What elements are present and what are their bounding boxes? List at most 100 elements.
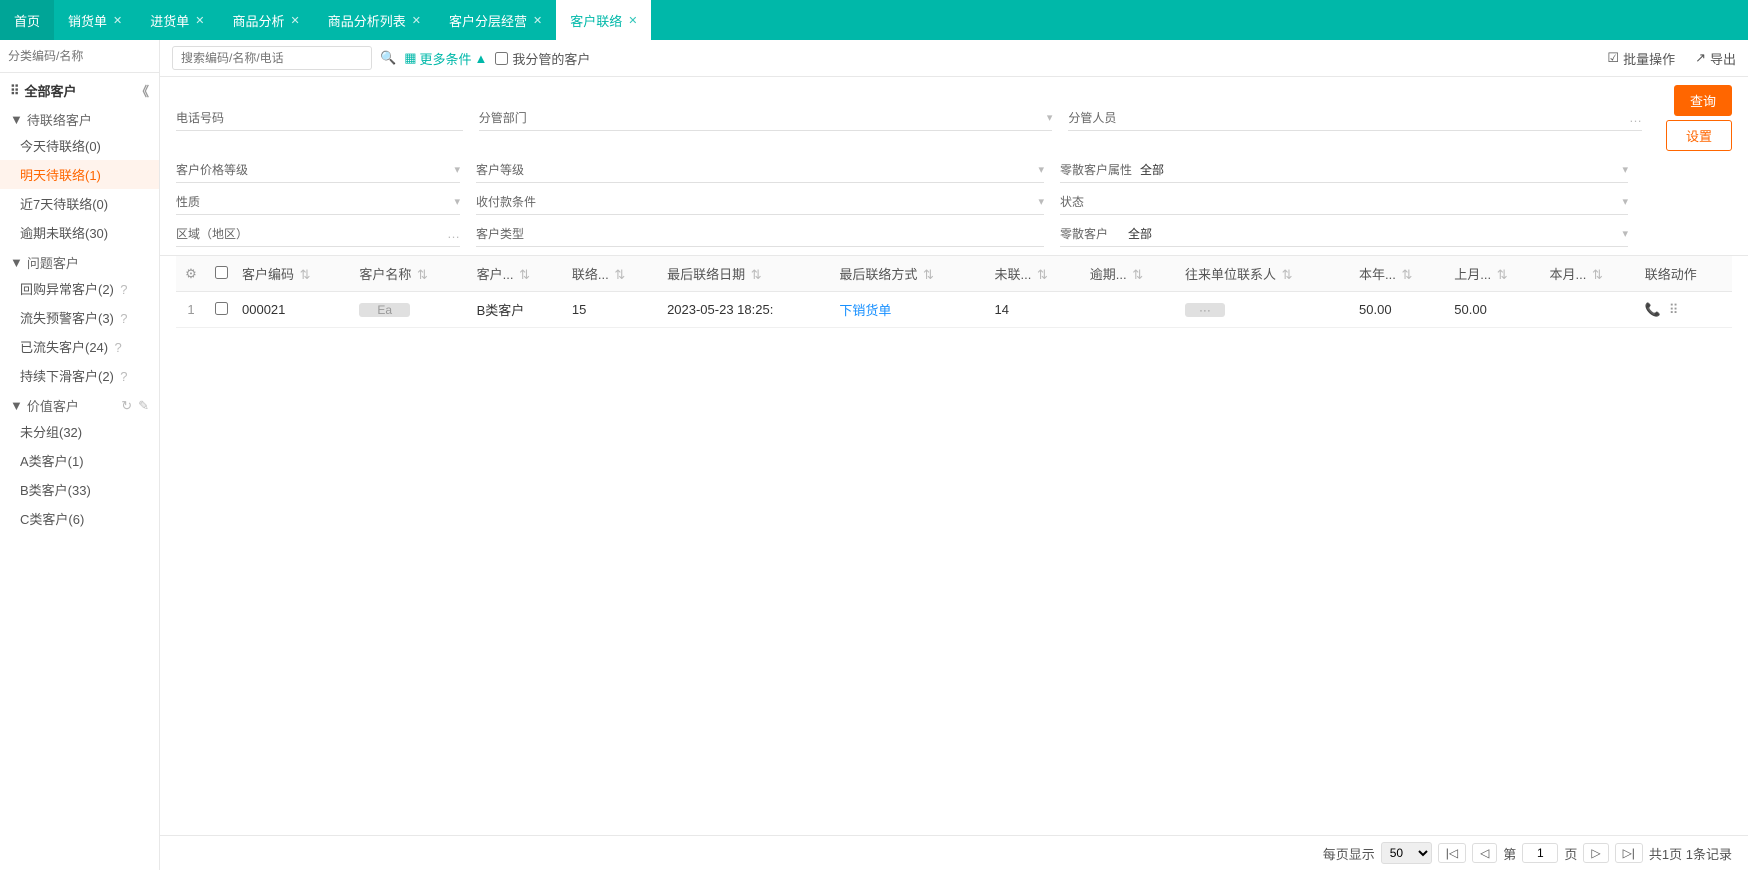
info-icon: ? (120, 282, 127, 297)
sidebar-item-class-c[interactable]: C类客户(6) (0, 504, 159, 533)
batch-ops-btn[interactable]: ☑ 批量操作 (1607, 49, 1675, 68)
nav-item-customer-layering[interactable]: 客户分层经营 ✕ (435, 0, 556, 40)
sidebar-group-value[interactable]: ▼ 价值客户 ↻ ✎ (0, 390, 159, 417)
sort-icon[interactable]: ⇅ (923, 267, 934, 282)
col-code: 客户编码 ⇅ (236, 256, 353, 292)
adv-filter-row-1: 电话号码 分管部门 ▾ 分管人员 … 查询 设置 (176, 85, 1732, 151)
nav-item-home[interactable]: 首页 (0, 0, 54, 40)
chevron-down-icon[interactable]: ▾ (1622, 227, 1628, 240)
page-input[interactable] (1522, 843, 1558, 863)
collapse-icon[interactable]: 《 (136, 81, 149, 100)
nav-item-sales[interactable]: 销货单 ✕ (54, 0, 136, 40)
select-all-checkbox[interactable] (215, 266, 228, 279)
close-icon[interactable]: ✕ (195, 14, 204, 27)
col-contacts-person: 往来单位联系人 ⇅ (1179, 256, 1353, 292)
col-checkbox (206, 256, 236, 292)
settings-icon[interactable]: ⚙ (185, 266, 197, 281)
sort-icon[interactable]: ⇅ (751, 267, 762, 282)
sort-icon[interactable]: ⇅ (1037, 267, 1048, 282)
sidebar-all-customers[interactable]: ⠿ 全部客户 《 (0, 73, 159, 104)
phone-icon[interactable]: 📞 (1645, 302, 1661, 318)
chevron-down-icon[interactable]: ▾ (1038, 163, 1044, 176)
nav-item-purchase[interactable]: 进货单 ✕ (136, 0, 218, 40)
sidebar-search-input[interactable] (8, 49, 160, 63)
sidebar-item-today[interactable]: 今天待联络(0) (0, 131, 159, 160)
sidebar-item-7days[interactable]: 近7天待联络(0) (0, 189, 159, 218)
row-contacts: 15 (566, 292, 661, 328)
person-input[interactable] (1136, 111, 1625, 125)
sidebar-item-class-a[interactable]: A类客户(1) (0, 446, 159, 475)
sidebar-item-overdue[interactable]: 逾期未联络(30) (0, 218, 159, 247)
adv-filter-region: 区域（地区） … (176, 221, 460, 247)
my-customers-checkbox[interactable]: 我分管的客户 (495, 49, 590, 68)
close-icon[interactable]: ✕ (628, 14, 637, 27)
sort-icon[interactable]: ⇅ (1592, 267, 1603, 282)
chevron-down-icon[interactable]: ▾ (454, 195, 460, 208)
chevron-down-icon[interactable]: ▾ (454, 163, 460, 176)
sort-icon[interactable]: ⇅ (1132, 267, 1143, 282)
sidebar: 🔍 ⠿ 全部客户 《 ▼ 待联络客户 今天待联络(0) 明天待联络(1) 近7天… (0, 40, 160, 870)
sort-icon[interactable]: ⇅ (300, 267, 311, 282)
close-icon[interactable]: ✕ (412, 14, 421, 27)
row-last-month: 50.00 (1448, 292, 1543, 328)
sidebar-group-pending[interactable]: ▼ 待联络客户 (0, 104, 159, 131)
prev-page-btn[interactable]: ◁ (1472, 843, 1497, 863)
last-page-btn[interactable]: ▷| (1615, 843, 1643, 863)
sort-icon[interactable]: ⇅ (417, 267, 428, 282)
chevron-down-icon[interactable]: ▾ (1038, 195, 1044, 208)
row-this-year: 50.00 (1353, 292, 1448, 328)
table-header-row: ⚙ 客户编码 ⇅ 客户名称 ⇅ (176, 256, 1732, 292)
row-type: B类客户 (471, 292, 566, 328)
sidebar-item-declining[interactable]: 持续下滑客户(2) ? (0, 361, 159, 390)
sidebar-group-problem[interactable]: ▼ 问题客户 (0, 247, 159, 274)
sidebar-item-unclassified[interactable]: 未分组(32) (0, 417, 159, 446)
chevron-down-icon[interactable]: ▾ (1622, 163, 1628, 176)
sort-icon[interactable]: ⇅ (1402, 267, 1413, 282)
total-records: 共1页 1条记录 (1649, 844, 1732, 863)
row-not-contacted: 14 (989, 292, 1084, 328)
phone-input[interactable] (244, 111, 463, 125)
edit-icon[interactable]: ✎ (138, 398, 149, 414)
nav-item-product-analysis[interactable]: 商品分析 ✕ (218, 0, 313, 40)
sidebar-item-lost-warning[interactable]: 流失预警客户(3) ? (0, 303, 159, 332)
dept-input[interactable] (547, 111, 1043, 125)
refresh-icon[interactable]: ↻ (121, 398, 132, 414)
chevron-down-icon[interactable]: ▾ (1047, 111, 1053, 124)
sidebar-item-tomorrow[interactable]: 明天待联络(1) (0, 160, 159, 189)
grid-icon: ⠿ (10, 83, 20, 99)
sidebar-item-class-b[interactable]: B类客户(33) (0, 475, 159, 504)
search-button[interactable]: 🔍 (380, 50, 396, 66)
row-checkbox[interactable] (215, 302, 228, 315)
content-area: 🔍 ▦ 更多条件 ▲ 我分管的客户 ☑ 批量操作 ↗ 导出 (160, 40, 1748, 870)
close-icon[interactable]: ✕ (291, 14, 300, 27)
my-customers-check[interactable] (495, 52, 508, 65)
sort-icon[interactable]: ⇅ (1282, 267, 1293, 282)
per-page-select[interactable]: 50 20 100 (1381, 842, 1432, 864)
sort-icon[interactable]: ⇅ (519, 267, 530, 282)
grid-action-icon[interactable]: ⠿ (1669, 302, 1679, 318)
close-icon[interactable]: ✕ (113, 14, 122, 27)
search-input[interactable] (172, 46, 372, 70)
next-page-btn[interactable]: ▷ (1583, 843, 1608, 863)
chevron-down-icon[interactable]: ▾ (1622, 195, 1628, 208)
sort-icon[interactable]: ⇅ (614, 267, 625, 282)
sidebar-search-bar: 🔍 (0, 40, 159, 73)
nav-item-product-analysis-list[interactable]: 商品分析列表 ✕ (314, 0, 435, 40)
more-conditions-btn[interactable]: ▦ 更多条件 ▲ (404, 49, 487, 68)
close-icon[interactable]: ✕ (533, 14, 542, 27)
settings-button[interactable]: 设置 (1666, 120, 1732, 151)
col-action: 联络动作 (1639, 256, 1732, 292)
first-page-btn[interactable]: |◁ (1438, 843, 1466, 863)
adv-filter-retail-customer: 零散客户 全部 ▾ (1060, 221, 1628, 247)
sort-icon[interactable]: ⇅ (1497, 267, 1508, 282)
more-options-icon[interactable]: … (447, 226, 460, 241)
adv-filter-retail-attr: 零散客户属性 全部 ▾ (1060, 157, 1628, 183)
sidebar-item-abnormal-repurchase[interactable]: 回购异常客户(2) ? (0, 274, 159, 303)
nav-item-customer-contact[interactable]: 客户联络 ✕ (556, 0, 651, 40)
sidebar-item-lost[interactable]: 已流失客户(24) ? (0, 332, 159, 361)
more-options-icon[interactable]: … (1629, 110, 1642, 125)
blurred-person: ··· (1185, 303, 1225, 317)
customer-table: ⚙ 客户编码 ⇅ 客户名称 ⇅ (176, 256, 1732, 328)
export-button[interactable]: ↗ 导出 (1695, 49, 1736, 68)
query-button[interactable]: 查询 (1674, 85, 1732, 116)
